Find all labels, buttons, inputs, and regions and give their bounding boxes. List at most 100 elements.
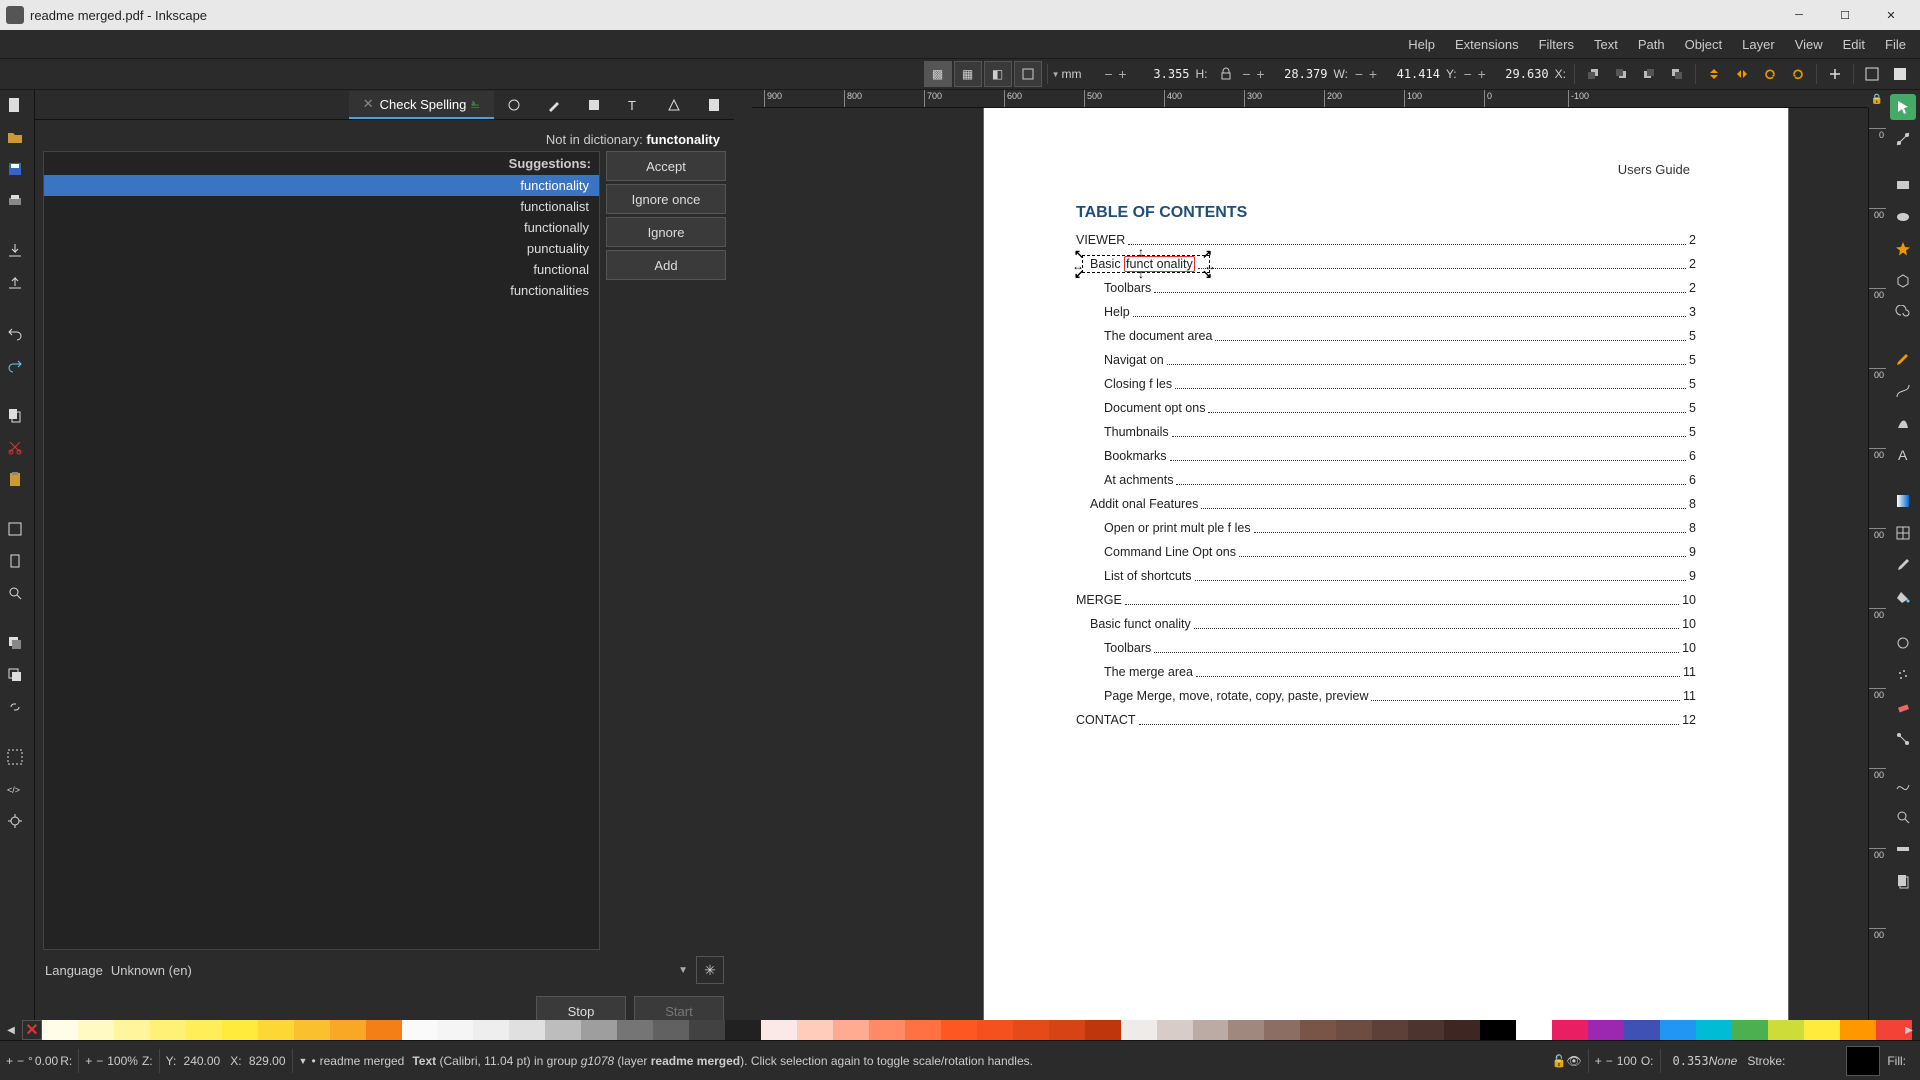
color-swatch[interactable]: [1444, 1020, 1480, 1040]
color-swatch[interactable]: [1552, 1020, 1588, 1040]
zoom-dec[interactable]: −: [96, 1054, 103, 1068]
rotate-ccw-icon[interactable]: [1785, 61, 1811, 87]
mesh-tool[interactable]: [1890, 520, 1916, 546]
close-tab-icon[interactable]: ✕: [363, 96, 374, 112]
toggle-transform-pattern[interactable]: ▩: [924, 61, 952, 87]
color-swatch[interactable]: [1732, 1020, 1768, 1040]
color-swatch[interactable]: [366, 1020, 402, 1040]
undo-icon[interactable]: [6, 324, 28, 346]
color-swatch[interactable]: [1660, 1020, 1696, 1040]
dock-tab-icon[interactable]: [694, 91, 734, 119]
rotation-value[interactable]: 0.00: [35, 1054, 58, 1068]
color-swatch[interactable]: [186, 1020, 222, 1040]
clone-icon[interactable]: [6, 666, 28, 688]
dock-tab-icon[interactable]: [654, 91, 694, 119]
color-swatch[interactable]: [905, 1020, 941, 1040]
color-swatch[interactable]: [1408, 1020, 1444, 1040]
save-icon[interactable]: [6, 160, 28, 182]
color-swatch[interactable]: [330, 1020, 366, 1040]
color-swatch[interactable]: [1696, 1020, 1732, 1040]
menu-extensions[interactable]: Extensions: [1445, 30, 1529, 58]
h-value[interactable]: 3.355: [1132, 67, 1190, 81]
horizontal-ruler[interactable]: -1000100200300400500600700800900: [752, 90, 1868, 108]
color-swatch[interactable]: [1049, 1020, 1085, 1040]
color-swatch[interactable]: [1264, 1020, 1300, 1040]
palette-menu-icon[interactable]: ◀: [2, 1022, 20, 1038]
w-dec[interactable]: −: [1240, 66, 1254, 82]
bezier-tool[interactable]: [1890, 378, 1916, 404]
menu-filters[interactable]: Filters: [1529, 30, 1584, 58]
rectangle-tool[interactable]: [1890, 172, 1916, 198]
zoom-value[interactable]: 100%: [107, 1054, 138, 1068]
suggestion-item[interactable]: functionally: [44, 217, 599, 238]
toggle-transform-stroke[interactable]: [1014, 61, 1042, 87]
pages-tool[interactable]: [1890, 868, 1916, 894]
y-value[interactable]: 41.414: [1382, 67, 1440, 81]
suggestion-item[interactable]: punctuality: [44, 238, 599, 259]
vertical-ruler[interactable]: 000000000000000000000: [1868, 108, 1886, 1022]
selector-tool[interactable]: [1890, 94, 1916, 120]
flip-horizontal-icon[interactable]: [1729, 61, 1755, 87]
chevron-down-icon[interactable]: ▼: [299, 1056, 308, 1066]
raise-icon[interactable]: [1636, 61, 1662, 87]
color-swatch[interactable]: [941, 1020, 977, 1040]
group-icon[interactable]: [6, 748, 28, 770]
color-swatch[interactable]: [78, 1020, 114, 1040]
spiral-tool[interactable]: [1890, 300, 1916, 326]
color-swatch[interactable]: [1840, 1020, 1876, 1040]
palette-scroll-icon[interactable]: ▶: [1900, 1020, 1918, 1040]
x-value[interactable]: 29.630: [1491, 67, 1549, 81]
color-swatch[interactable]: [833, 1020, 869, 1040]
toolbar-icon[interactable]: [1887, 61, 1913, 87]
print-icon[interactable]: [6, 192, 28, 214]
unit-select[interactable]: mm: [1062, 67, 1102, 81]
window-close-button[interactable]: ✕: [1868, 0, 1914, 30]
rotate-cw-icon[interactable]: [1757, 61, 1783, 87]
toggle-transform-corners[interactable]: ◧: [984, 61, 1012, 87]
text-tool[interactable]: A: [1890, 442, 1916, 468]
zoom-inc[interactable]: +: [85, 1054, 92, 1068]
xml-icon[interactable]: </>: [6, 780, 28, 802]
color-swatch[interactable]: [797, 1020, 833, 1040]
menu-help[interactable]: Help: [1398, 30, 1445, 58]
rot-dec[interactable]: −: [17, 1054, 24, 1068]
color-swatch[interactable]: [617, 1020, 653, 1040]
open-icon[interactable]: [6, 128, 28, 150]
color-swatch[interactable]: [1228, 1020, 1264, 1040]
y-inc[interactable]: +: [1366, 66, 1380, 82]
color-swatch[interactable]: [725, 1020, 761, 1040]
color-swatch[interactable]: [294, 1020, 330, 1040]
opacity-value[interactable]: 100: [1617, 1054, 1637, 1068]
spellcheck-tab[interactable]: ✕ Check Spelling ⎁: [349, 91, 494, 119]
selection-handle-se[interactable]: ↘: [1202, 267, 1212, 281]
spray-tool[interactable]: [1890, 662, 1916, 688]
color-swatch[interactable]: [402, 1020, 438, 1040]
lock-aspect-icon[interactable]: [1213, 61, 1239, 87]
x-dec[interactable]: −: [1461, 66, 1475, 82]
x-inc[interactable]: +: [1475, 66, 1489, 82]
menu-layer[interactable]: Layer: [1732, 30, 1785, 58]
dock-tab-icon[interactable]: [574, 91, 614, 119]
color-swatch[interactable]: [150, 1020, 186, 1040]
color-swatch[interactable]: [1121, 1020, 1157, 1040]
color-swatch[interactable]: [1336, 1020, 1372, 1040]
chevron-down-icon[interactable]: ▼: [1052, 70, 1060, 79]
unlink-clone-icon[interactable]: [6, 698, 28, 720]
color-swatch[interactable]: [1157, 1020, 1193, 1040]
suggestion-item[interactable]: functional: [44, 259, 599, 280]
selection-handle-sw[interactable]: ↙: [1074, 267, 1084, 281]
measure-tool[interactable]: [1890, 836, 1916, 862]
w-value[interactable]: 28.379: [1270, 67, 1328, 81]
cut-icon[interactable]: [6, 438, 28, 460]
dock-tab-brush-icon[interactable]: [534, 91, 574, 119]
zoom-fit-icon[interactable]: [6, 520, 28, 542]
h-dec[interactable]: −: [1102, 66, 1116, 82]
selection-handle-s[interactable]: ↕: [1138, 267, 1144, 281]
color-swatch[interactable]: [1480, 1020, 1516, 1040]
pencil-tool[interactable]: [1890, 346, 1916, 372]
color-swatch[interactable]: [653, 1020, 689, 1040]
paint-bucket-tool[interactable]: [1890, 584, 1916, 610]
menu-object[interactable]: Object: [1675, 30, 1733, 58]
zoom-draw-icon[interactable]: [6, 584, 28, 606]
suggestion-item[interactable]: functionality: [44, 175, 599, 196]
